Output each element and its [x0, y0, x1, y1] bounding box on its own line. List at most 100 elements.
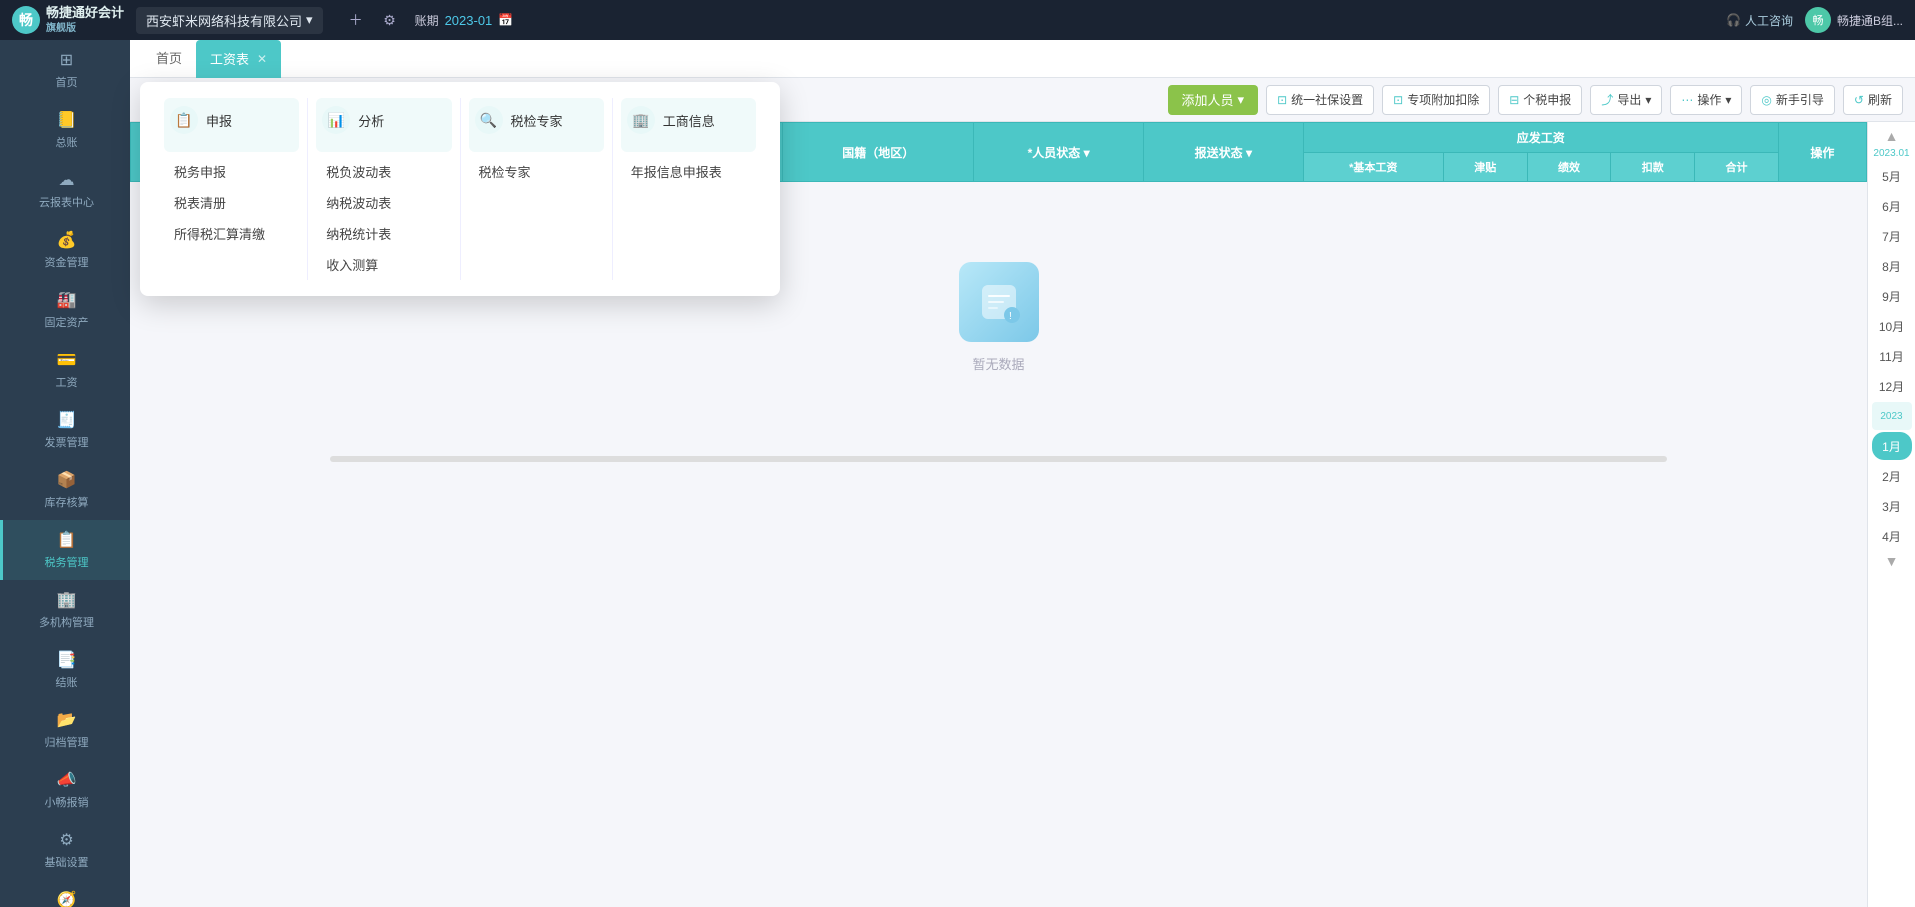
sidebar-item-expense[interactable]: 📣 小畅报销	[0, 760, 130, 820]
refresh-icon: ↺	[1854, 93, 1864, 107]
cal-month-12[interactable]: 12月	[1872, 372, 1912, 400]
logo-area: 畅 畅捷通好会计 旗舰版	[12, 6, 124, 34]
tax-icon: 📋	[57, 530, 77, 550]
dropdown-item-tax-stats[interactable]: 纳税统计表	[316, 218, 451, 249]
export-arrow-icon: ▾	[1645, 93, 1651, 107]
social-insurance-btn[interactable]: ⊡ 统一社保设置	[1266, 85, 1374, 115]
cal-year-2023-marker: 2023	[1872, 402, 1912, 430]
sidebar-item-cloud[interactable]: ☁ 云报表中心	[0, 160, 130, 220]
th-report-status[interactable]: 报送状态 ▾	[1143, 123, 1303, 182]
dropdown-item-tax-report[interactable]: 税务申报	[164, 156, 299, 187]
th-nationality: 国籍（地区）	[783, 123, 974, 182]
sidebar-item-tax[interactable]: 📋 税务管理	[0, 520, 130, 580]
cal-nav-down[interactable]: ▼	[1878, 551, 1906, 571]
report-header-bg: 📋 申报	[164, 98, 299, 152]
dropdown-item-income-tax[interactable]: 所得税汇算清缴	[164, 218, 299, 249]
social-icon: ⊡	[1277, 93, 1287, 107]
sidebar: ⊞ 首页 📒 总账 ☁ 云报表中心 💰 资金管理 🏭 固定资产 💳 工资 🧾 发…	[0, 40, 130, 907]
dropdown-item-tax-wave[interactable]: 纳税波动表	[316, 187, 451, 218]
period-area: 账期 2023-01 📅	[415, 12, 514, 29]
expert-section-title: 税检专家	[511, 111, 563, 130]
expert-section-header: 🔍 税检专家	[475, 106, 598, 134]
inventory-icon: 📦	[57, 470, 77, 490]
cal-nav-up[interactable]: ▲	[1878, 126, 1906, 146]
empty-text: 暂无数据	[972, 354, 1024, 373]
th-status[interactable]: *人员状态 ▾	[974, 123, 1144, 182]
report-section-icon: 📋	[170, 106, 198, 134]
operation-arrow-icon: ▾	[1725, 93, 1731, 107]
tab-bar: 首页 工资表 ✕	[130, 40, 1915, 78]
add-person-button[interactable]: 添加人员 ▾	[1168, 85, 1259, 115]
sidebar-item-close[interactable]: 📑 结账	[0, 640, 130, 700]
th-allowance: 津贴	[1443, 153, 1527, 182]
dropdown-section-analysis: 📊 分析 税负波动表 纳税波动表 纳税统计表 收入测算	[307, 98, 459, 280]
analysis-section-title: 分析	[358, 111, 384, 130]
sidebar-item-archive[interactable]: 📂 归档管理	[0, 700, 130, 760]
cal-month-9[interactable]: 9月	[1872, 282, 1912, 310]
dropdown-item-tax-table[interactable]: 税表清册	[164, 187, 299, 218]
th-base-salary: *基本工资	[1303, 153, 1443, 182]
cal-month-4[interactable]: 4月	[1872, 522, 1912, 550]
user-info[interactable]: 畅 畅捷通B组...	[1805, 7, 1903, 33]
calendar-icon[interactable]: 📅	[498, 13, 513, 27]
cal-month-10[interactable]: 10月	[1872, 312, 1912, 340]
dropdown-section-report: 📋 申报 税务申报 税表清册 所得税汇算清缴	[156, 98, 307, 280]
headset-icon: 🎧	[1726, 13, 1741, 27]
export-btn[interactable]: ⤴ 导出 ▾	[1590, 85, 1662, 115]
dropdown-item-income-estimate[interactable]: 收入测算	[316, 249, 451, 280]
operation-btn[interactable]: ⋯ 操作 ▾	[1670, 85, 1742, 115]
header-icons: ＋ ⚙	[343, 7, 403, 33]
sidebar-item-inventory[interactable]: 📦 库存核算	[0, 460, 130, 520]
settings-sidebar-icon: ⚙	[59, 830, 73, 850]
cal-month-5[interactable]: 5月	[1872, 162, 1912, 190]
th-total: 合计	[1695, 153, 1779, 182]
add-person-label: 添加人员	[1182, 90, 1234, 109]
tax-report-btn[interactable]: ⊟ 个税申报	[1498, 85, 1582, 115]
assets-icon: 🏭	[57, 290, 77, 310]
company-selector[interactable]: 西安虾米网络科技有限公司 ▾	[136, 7, 323, 34]
cal-month-7[interactable]: 7月	[1872, 222, 1912, 250]
sidebar-item-invoice[interactable]: 🧾 发票管理	[0, 400, 130, 460]
service-btn[interactable]: 🎧 人工咨询	[1726, 12, 1793, 29]
special-deduction-btn[interactable]: ⊡ 专项附加扣除	[1382, 85, 1490, 115]
tab-salary-table[interactable]: 工资表 ✕	[196, 40, 281, 78]
guide-btn[interactable]: ◎ 新手引导	[1750, 85, 1835, 115]
horizontal-scroll[interactable]	[130, 453, 1867, 465]
sidebar-item-fund[interactable]: 💰 资金管理	[0, 220, 130, 280]
dropdown-section-expert: 🔍 税检专家 税检专家	[460, 98, 612, 280]
sidebar-item-salary[interactable]: 💳 工资	[0, 340, 130, 400]
th-deduction: 扣款	[1611, 153, 1695, 182]
operation-icon: ⋯	[1681, 93, 1693, 107]
svg-text:!: !	[1009, 311, 1012, 322]
dropdown-item-tax-check[interactable]: 税检专家	[469, 156, 604, 187]
sidebar-item-ledger[interactable]: 📒 总账	[0, 100, 130, 160]
sidebar-item-guide[interactable]: 🧭 新手引导	[0, 880, 130, 907]
sidebar-label-salary: 工资	[56, 374, 78, 390]
cal-month-1[interactable]: 1月	[1872, 432, 1912, 460]
settings-icon[interactable]: ⚙	[377, 7, 403, 33]
cal-month-2[interactable]: 2月	[1872, 462, 1912, 490]
sidebar-label-assets: 固定资产	[45, 314, 89, 330]
th-action: 操作	[1778, 123, 1866, 182]
analysis-section-header: 📊 分析	[322, 106, 445, 134]
sidebar-item-settings[interactable]: ⚙ 基础设置	[0, 820, 130, 880]
scroll-track[interactable]	[330, 456, 1667, 462]
sidebar-label-cloud: 云报表中心	[39, 194, 94, 210]
tab-home[interactable]: 首页	[142, 40, 196, 78]
logo-main: 畅捷通好会计	[46, 6, 124, 19]
dropdown-item-tax-burden[interactable]: 税负波动表	[316, 156, 451, 187]
sidebar-item-multi-org[interactable]: 🏢 多机构管理	[0, 580, 130, 640]
cal-month-3[interactable]: 3月	[1872, 492, 1912, 520]
tax-report-icon: ⊟	[1509, 93, 1519, 107]
add-company-icon[interactable]: ＋	[343, 7, 369, 33]
calendar-panel: ▲ 2023.01 5月 6月 7月 8月 9月 10月 11月 12月 202…	[1867, 122, 1915, 907]
sidebar-item-assets[interactable]: 🏭 固定资产	[0, 280, 130, 340]
cal-month-6[interactable]: 6月	[1872, 192, 1912, 220]
sidebar-item-home[interactable]: ⊞ 首页	[0, 40, 130, 100]
cal-month-8[interactable]: 8月	[1872, 252, 1912, 280]
cal-month-11[interactable]: 11月	[1872, 342, 1912, 370]
top-header: 畅 畅捷通好会计 旗舰版 西安虾米网络科技有限公司 ▾ ＋ ⚙ 账期 2023-…	[0, 0, 1915, 40]
dropdown-item-annual-report[interactable]: 年报信息申报表	[621, 156, 756, 187]
refresh-btn[interactable]: ↺ 刷新	[1843, 85, 1903, 115]
tab-close-icon[interactable]: ✕	[257, 52, 267, 66]
